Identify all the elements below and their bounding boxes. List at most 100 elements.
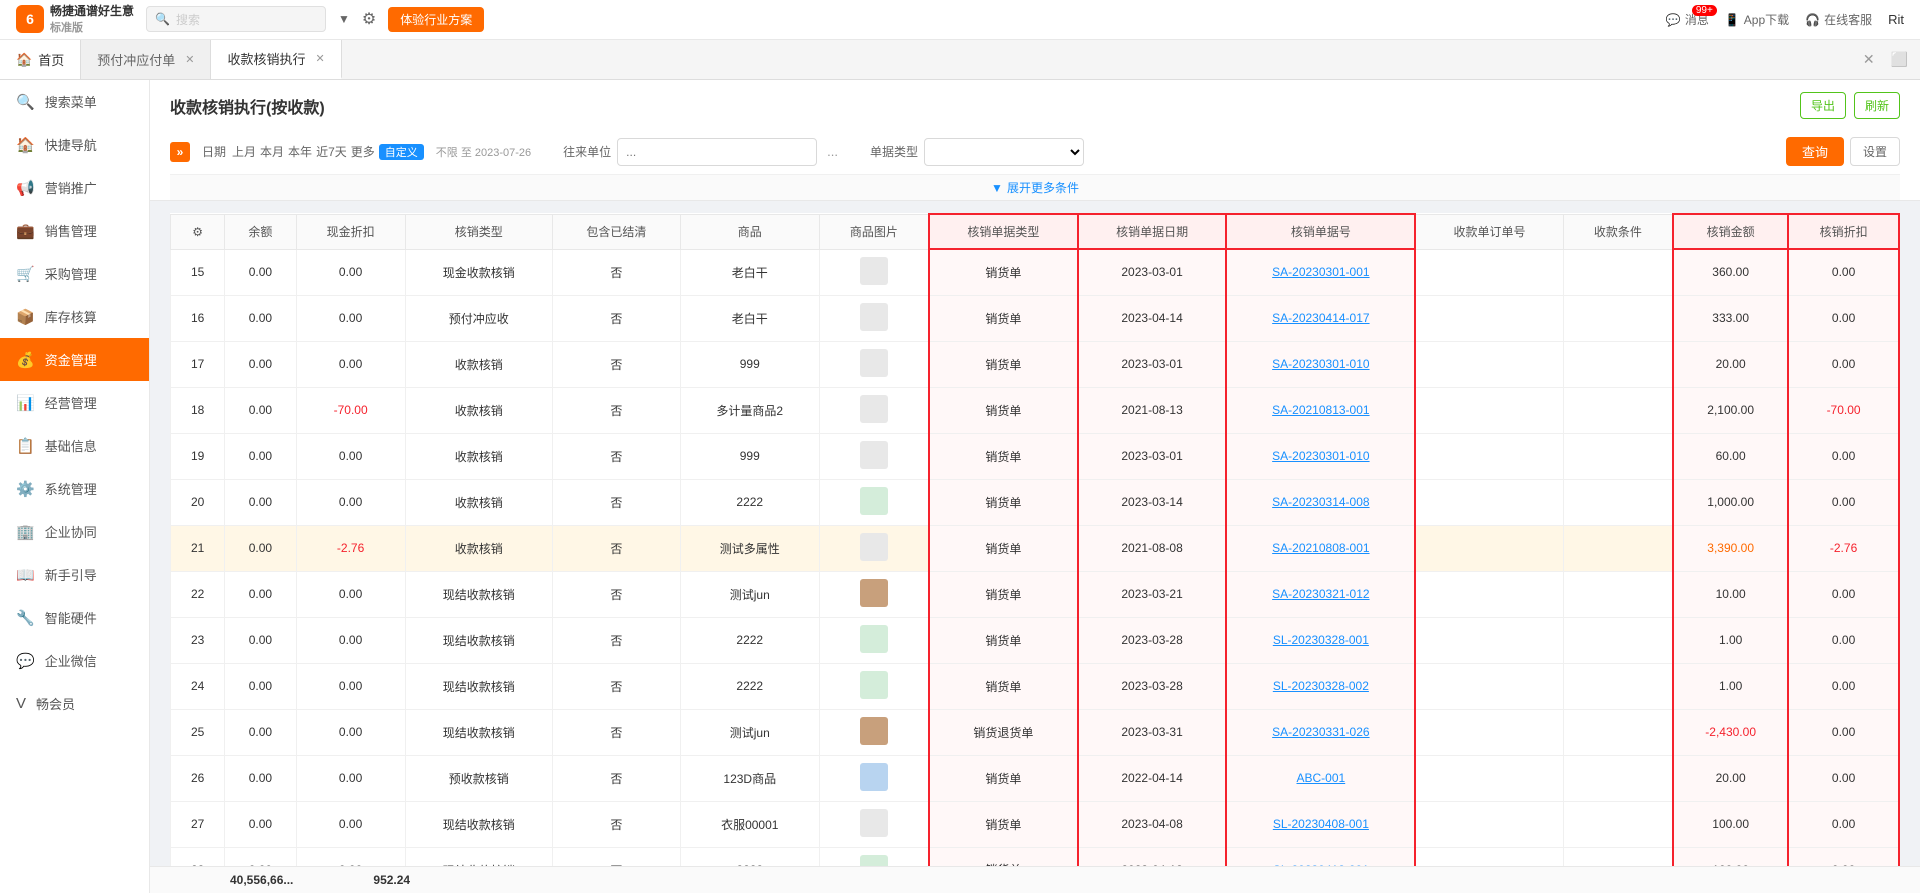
message-icon: 💬 (1666, 13, 1681, 27)
cell-cancel-doc-no[interactable]: SA-20230301-010 (1226, 433, 1415, 479)
cell-receipt-order-no (1415, 479, 1563, 525)
footer-total-amount: 40,556,66... (230, 873, 293, 887)
expand-more-conditions[interactable]: ▼ 展开更多条件 (170, 174, 1900, 200)
query-button[interactable]: 查询 (1786, 137, 1844, 166)
date-this-year[interactable]: 本年 (288, 143, 312, 160)
cell-cancel-doc-no[interactable]: SA-20210808-001 (1226, 525, 1415, 571)
refresh-button[interactable]: 刷新 (1854, 92, 1900, 119)
sidebar-item-marketing[interactable]: 📢 营销推广 (0, 166, 149, 209)
sidebar-item-operation[interactable]: 📊 经营管理 (0, 381, 149, 424)
cell-cancel-amount: 60.00 (1673, 433, 1788, 479)
sidebar-item-hardware[interactable]: 🔧 智能硬件 (0, 596, 149, 639)
tab-close-button[interactable]: ✕ (1859, 47, 1879, 72)
cell-seq: 20 (171, 479, 225, 525)
tab-prepay[interactable]: 预付冲应付单 ✕ (81, 40, 211, 79)
table-body: 15 0.00 0.00 现金收款核销 否 老白干 销货单 2023-03-01… (171, 249, 1900, 866)
date-last-month[interactable]: 上月 (232, 143, 256, 160)
sidebar-item-guide[interactable]: 📖 新手引导 (0, 553, 149, 596)
message-badge: 99+ (1692, 5, 1717, 16)
global-search-bar[interactable]: 🔍 搜索 (146, 6, 326, 32)
cell-cancel-doc-no[interactable]: SA-20230301-001 (1226, 249, 1415, 295)
sidebar-item-member[interactable]: V 畅会员 (0, 682, 149, 725)
cell-receipt-order-no (1415, 249, 1563, 295)
cell-receipt-order-no (1415, 709, 1563, 755)
settings-button[interactable]: 设置 (1850, 137, 1900, 166)
tab-receipt[interactable]: 收款核销执行 ✕ (211, 40, 341, 79)
cell-product: 衣服00001 (680, 801, 819, 847)
table-row: 23 0.00 0.00 现结收款核销 否 2222 销货单 2023-03-2… (171, 617, 1900, 663)
inventory-icon: 📦 (16, 308, 35, 326)
col-include-cleared: 包含已结清 (552, 214, 680, 249)
sidebar-item-system[interactable]: ⚙️ 系统管理 (0, 467, 149, 510)
cell-cancel-doc-no[interactable]: SL-20230408-001 (1226, 801, 1415, 847)
cell-cancel-doc-no[interactable]: SA-20230301-010 (1226, 341, 1415, 387)
cell-receipt-order-no (1415, 571, 1563, 617)
cell-cancel-type: 收款核销 (405, 433, 552, 479)
sidebar-item-finance[interactable]: 💰 资金管理 (0, 338, 149, 381)
sidebar-item-sales[interactable]: 💼 销售管理 (0, 209, 149, 252)
cell-cancel-amount: 333.00 (1673, 295, 1788, 341)
cell-cancel-doc-no[interactable]: SL-20230418-001 (1226, 847, 1415, 866)
cell-balance: 0.00 (225, 479, 296, 525)
gear-button[interactable]: ⚙ (362, 9, 376, 29)
cell-seq: 26 (171, 755, 225, 801)
date-this-month[interactable]: 本月 (260, 143, 284, 160)
export-button[interactable]: 导出 (1800, 92, 1846, 119)
online-service[interactable]: 🎧 在线客服 (1805, 11, 1872, 28)
sidebar-item-corp[interactable]: 🏢 企业协同 (0, 510, 149, 553)
sidebar-item-nav[interactable]: 🏠 快捷导航 (0, 123, 149, 166)
cell-product: 测试多属性 (680, 525, 819, 571)
cell-cancel-doc-date: 2023-03-31 (1078, 709, 1227, 755)
tab-expand-button[interactable]: ⬜ (1887, 47, 1912, 72)
cell-cancel-type: 现结收款核销 (405, 663, 552, 709)
cell-cancel-doc-no[interactable]: SA-20230414-017 (1226, 295, 1415, 341)
date-more[interactable]: 更多 (351, 143, 375, 160)
sidebar-item-hardware-label: 智能硬件 (45, 608, 97, 627)
cell-receipt-condition (1563, 847, 1673, 866)
search-icon: 🔍 (155, 12, 170, 26)
search-dropdown[interactable]: ▼ (338, 12, 350, 26)
cell-cancel-doc-no[interactable]: ABC-001 (1226, 755, 1415, 801)
tab-home[interactable]: 🏠 首页 (0, 40, 81, 79)
cell-receipt-condition (1563, 433, 1673, 479)
basic-icon: 📋 (16, 437, 35, 455)
table-row: 19 0.00 0.00 收款核销 否 999 销货单 2023-03-01 S… (171, 433, 1900, 479)
message-area[interactable]: 💬 消息 99+ (1666, 11, 1709, 28)
tab-prepay-close[interactable]: ✕ (185, 53, 194, 66)
cell-cash-discount: 0.00 (296, 479, 405, 525)
sales-icon: 💼 (16, 222, 35, 240)
cell-cancel-doc-no[interactable]: SA-20210813-001 (1226, 387, 1415, 433)
cell-cancel-doc-no[interactable]: SA-20230321-012 (1226, 571, 1415, 617)
cell-receipt-condition (1563, 479, 1673, 525)
date-custom[interactable]: 自定义 (379, 144, 424, 160)
headset-icon: 🎧 (1805, 13, 1820, 27)
industry-solution-button[interactable]: 体验行业方案 (388, 7, 484, 32)
col-settings[interactable]: ⚙ (171, 214, 225, 249)
table-row: 22 0.00 0.00 现结收款核销 否 测试jun 销货单 2023-03-… (171, 571, 1900, 617)
date-7days[interactable]: 近7天 (316, 143, 347, 160)
sidebar-item-basic[interactable]: 📋 基础信息 (0, 424, 149, 467)
app-download[interactable]: 📱 App下载 (1725, 11, 1789, 28)
sidebar-item-purchase[interactable]: 🛒 采购管理 (0, 252, 149, 295)
cell-cancel-doc-type: 销货单 (929, 801, 1078, 847)
cell-include-cleared: 否 (552, 249, 680, 295)
table-row: 15 0.00 0.00 现金收款核销 否 老白干 销货单 2023-03-01… (171, 249, 1900, 295)
cell-cancel-doc-no[interactable]: SL-20230328-001 (1226, 617, 1415, 663)
sidebar-item-search[interactable]: 🔍 搜索菜单 (0, 80, 149, 123)
home-icon: 🏠 (16, 52, 32, 68)
cell-cancel-doc-no[interactable]: SL-20230328-002 (1226, 663, 1415, 709)
cell-receipt-order-no (1415, 847, 1563, 866)
cell-cancel-doc-date: 2023-04-18 (1078, 847, 1227, 866)
sidebar-item-inventory[interactable]: 📦 库存核算 (0, 295, 149, 338)
doc-type-select[interactable] (924, 138, 1084, 166)
cell-seq: 16 (171, 295, 225, 341)
cell-receipt-condition (1563, 249, 1673, 295)
cell-cancel-doc-no[interactable]: SA-20230314-008 (1226, 479, 1415, 525)
tab-receipt-close[interactable]: ✕ (315, 52, 324, 65)
cell-cancel-discount: 0.00 (1788, 847, 1899, 866)
cell-cancel-doc-no[interactable]: SA-20230331-026 (1226, 709, 1415, 755)
sidebar-item-wechat[interactable]: 💬 企业微信 (0, 639, 149, 682)
filter-expand-toggle[interactable]: » (170, 142, 190, 162)
cell-receipt-condition (1563, 801, 1673, 847)
from-unit-input[interactable] (617, 138, 817, 166)
